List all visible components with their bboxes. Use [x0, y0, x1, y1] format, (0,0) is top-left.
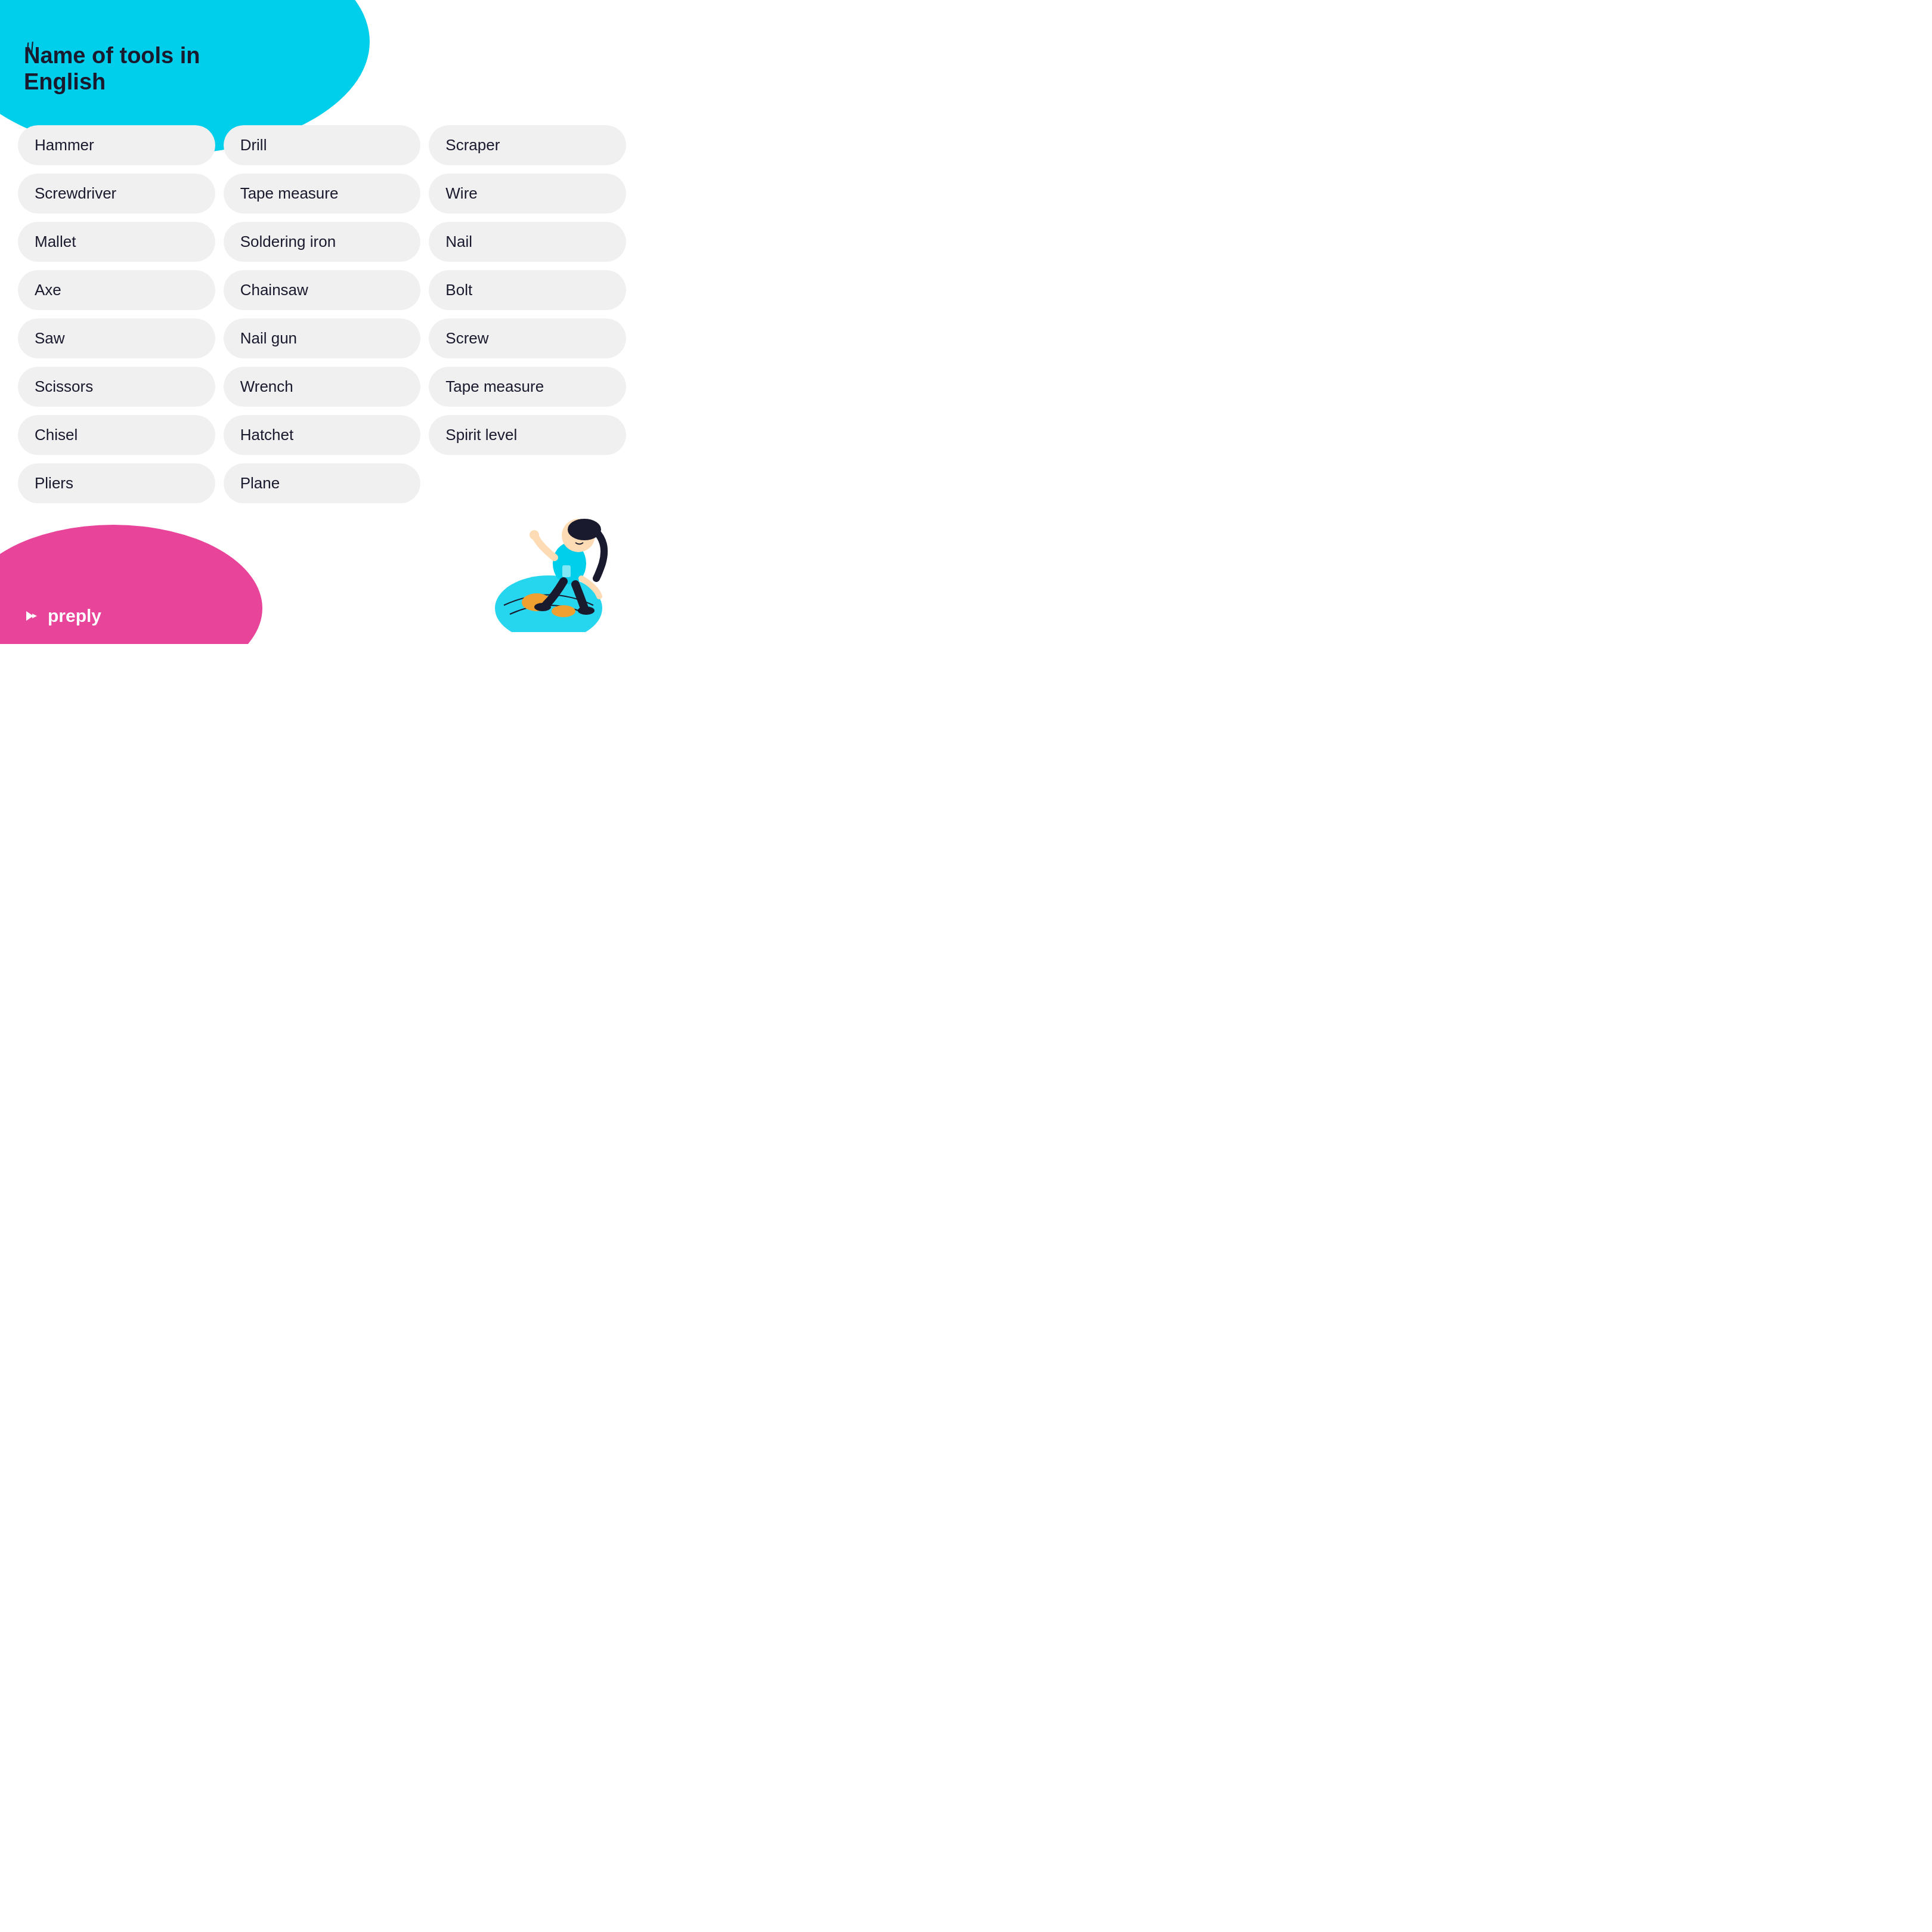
tool-scissors: Scissors	[18, 367, 215, 407]
tool-pliers: Pliers	[18, 463, 215, 503]
tool-mallet: Mallet	[18, 222, 215, 262]
svg-point-2	[552, 605, 575, 617]
tool-screwdriver: Screwdriver	[18, 174, 215, 213]
svg-rect-10	[562, 565, 571, 577]
bottom-decoration	[0, 525, 262, 644]
preply-logo: preply	[24, 606, 101, 626]
preply-logo-icon	[24, 606, 43, 626]
tool-spirit-level: Spirit level	[429, 415, 626, 455]
tool-tape-measure-1: Tape measure	[224, 174, 421, 213]
tool-nail: Nail	[429, 222, 626, 262]
tool-chisel: Chisel	[18, 415, 215, 455]
svg-point-9	[578, 606, 595, 615]
tool-chainsaw: Chainsaw	[224, 270, 421, 310]
tool-bolt: Bolt	[429, 270, 626, 310]
tool-scraper: Scraper	[429, 125, 626, 165]
tool-plane: Plane	[224, 463, 421, 503]
svg-point-6	[573, 534, 577, 537]
character-illustration	[453, 453, 632, 632]
svg-point-8	[534, 603, 551, 611]
tool-hammer: Hammer	[18, 125, 215, 165]
svg-marker-12	[32, 614, 37, 618]
tool-wrench: Wrench	[224, 367, 421, 407]
tools-grid: Hammer Drill Scraper Screwdriver Tape me…	[18, 125, 626, 503]
svg-point-7	[530, 530, 539, 540]
tool-screw: Screw	[429, 318, 626, 358]
tool-drill: Drill	[224, 125, 421, 165]
tool-saw: Saw	[18, 318, 215, 358]
tool-hatchet: Hatchet	[224, 415, 421, 455]
tool-nail-gun: Nail gun	[224, 318, 421, 358]
header: // Name of tools in English	[24, 24, 227, 95]
tool-wire: Wire	[429, 174, 626, 213]
tool-axe: Axe	[18, 270, 215, 310]
preply-brand-name: preply	[48, 606, 101, 626]
tool-soldering-iron: Soldering iron	[224, 222, 421, 262]
tool-tape-measure-2: Tape measure	[429, 367, 626, 407]
